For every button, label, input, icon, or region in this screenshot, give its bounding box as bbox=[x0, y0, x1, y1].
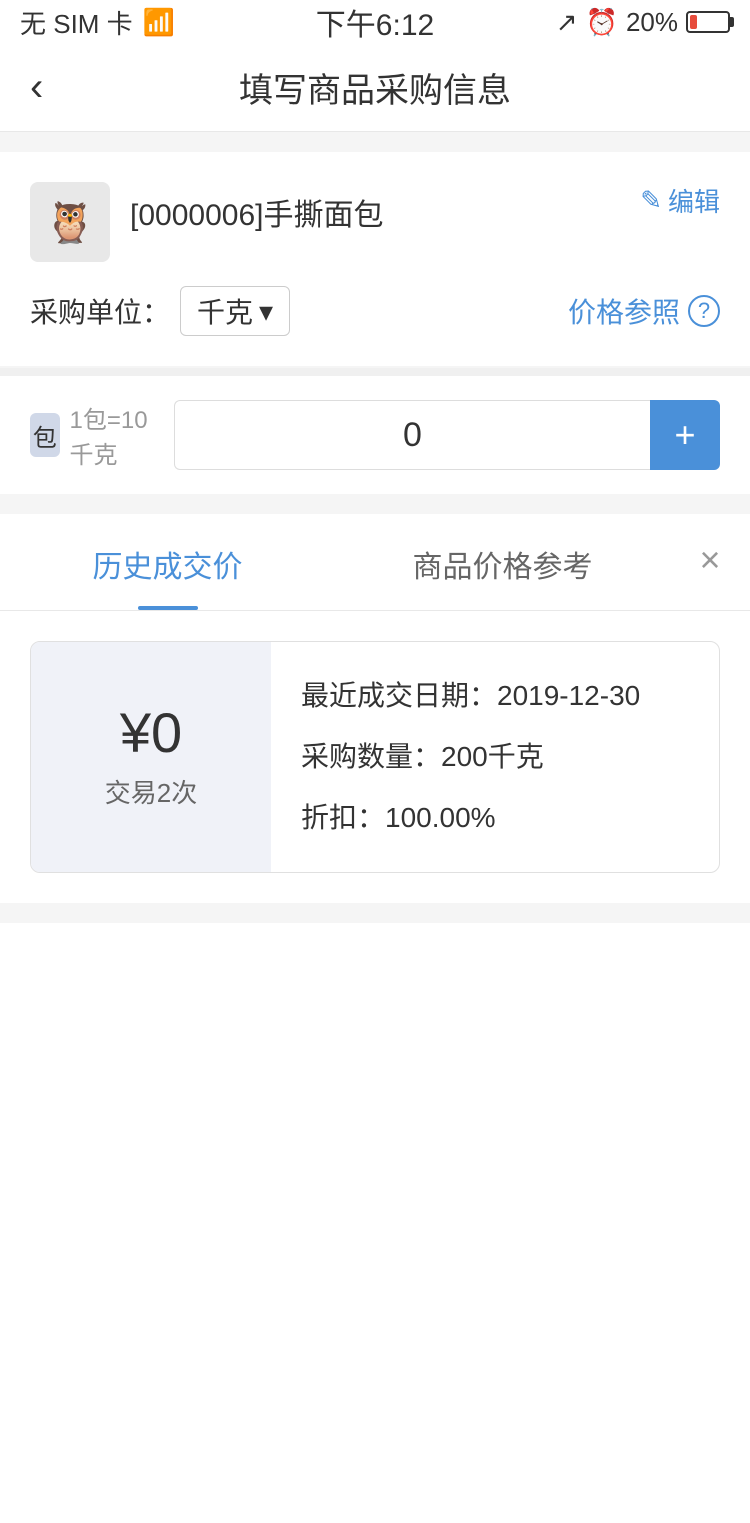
quantity-plus-button[interactable]: + bbox=[650, 400, 720, 470]
price-reference-link[interactable]: 价格参照 ? bbox=[568, 291, 720, 331]
price-reference-label: 价格参照 bbox=[568, 291, 680, 331]
edit-link[interactable]: ✎ 编辑 bbox=[640, 182, 720, 219]
unit-select-dropdown[interactable]: 千克 ▾ bbox=[180, 286, 290, 336]
plus-icon: + bbox=[674, 414, 695, 456]
wifi-icon: 📶 bbox=[143, 7, 175, 38]
unit-conversion: 1包=10千克 bbox=[70, 400, 155, 470]
back-button[interactable]: ‹ bbox=[30, 55, 53, 120]
quantity-row: 包 1包=10千克 0 + bbox=[0, 376, 750, 494]
unit-value: 千克 bbox=[197, 291, 253, 331]
price-card: ¥0 交易2次 最近成交日期：2019-12-30 采购数量：200千克 折扣：… bbox=[30, 641, 720, 873]
purchase-qty-row: 采购数量：200千克 bbox=[301, 735, 689, 780]
discount-row: 折扣：100.00% bbox=[301, 796, 689, 841]
tab-history-price-label: 历史成交价 bbox=[93, 551, 243, 584]
carrier-text: 无 SIM 卡 bbox=[20, 4, 133, 41]
tabs-section: 历史成交价 商品价格参考 × ¥0 交易2次 最近成交日期：2019-12-30… bbox=[0, 514, 750, 903]
battery-percent: 20% bbox=[626, 7, 678, 38]
edit-label: 编辑 bbox=[668, 182, 720, 219]
status-right: ↗ ⏰ 20% bbox=[556, 7, 730, 38]
tab-active-indicator bbox=[138, 606, 198, 610]
close-icon: × bbox=[699, 539, 720, 581]
product-footer: 采购单位： 千克 ▾ 价格参照 ? bbox=[30, 286, 720, 336]
product-card: 🦉 [0000006]手撕面包 ✎ 编辑 采购单位： 千克 ▾ 价格参照 ? bbox=[0, 152, 750, 366]
unit-box: 包 bbox=[30, 413, 60, 457]
tab-close-button[interactable]: × bbox=[670, 539, 750, 585]
tab-product-price-reference[interactable]: 商品价格参考 bbox=[335, 514, 670, 610]
product-thumbnail: 🦉 bbox=[30, 182, 110, 262]
quantity-input[interactable]: 0 bbox=[174, 400, 650, 470]
tab-history-price[interactable]: 历史成交价 bbox=[0, 514, 335, 610]
purchase-unit-label: 采购单位： bbox=[30, 291, 170, 331]
product-name: [0000006]手撕面包 bbox=[130, 190, 383, 234]
edit-icon: ✎ bbox=[640, 185, 662, 216]
status-bar: 无 SIM 卡 📶 下午6:12 ↗ ⏰ 20% bbox=[0, 0, 750, 44]
unit-label: 包 1包=10千克 bbox=[30, 400, 154, 470]
alarm-icon: ⏰ bbox=[586, 7, 618, 38]
quantity-section: 包 1包=10千克 0 + bbox=[0, 368, 750, 494]
help-circle-icon: ? bbox=[688, 295, 720, 327]
price-amount: ¥0 bbox=[120, 705, 182, 761]
product-header: 🦉 [0000006]手撕面包 ✎ 编辑 bbox=[30, 182, 720, 262]
status-left: 无 SIM 卡 📶 bbox=[20, 4, 175, 41]
product-info: 🦉 [0000006]手撕面包 bbox=[30, 182, 640, 262]
page-title: 填写商品采购信息 bbox=[239, 63, 511, 112]
price-trades-count: 交易2次 bbox=[105, 773, 197, 810]
battery-icon bbox=[686, 11, 730, 33]
dropdown-arrow-icon: ▾ bbox=[259, 295, 273, 328]
tabs-header: 历史成交价 商品价格参考 × bbox=[0, 514, 750, 611]
battery-fill bbox=[690, 15, 697, 29]
bottom-space bbox=[0, 923, 750, 1523]
tab-product-price-reference-label: 商品价格参考 bbox=[413, 551, 593, 584]
price-left-panel: ¥0 交易2次 bbox=[31, 642, 271, 872]
price-card-container: ¥0 交易2次 最近成交日期：2019-12-30 采购数量：200千克 折扣：… bbox=[0, 611, 750, 903]
purchase-unit-row: 采购单位： 千克 ▾ bbox=[30, 286, 290, 336]
status-time: 下午6:12 bbox=[316, 0, 434, 44]
recent-date-row: 最近成交日期：2019-12-30 bbox=[301, 674, 689, 719]
location-icon: ↗ bbox=[556, 7, 578, 38]
nav-bar: ‹ 填写商品采购信息 bbox=[0, 44, 750, 132]
quantity-input-group: 0 + bbox=[174, 400, 720, 470]
price-right-panel: 最近成交日期：2019-12-30 采购数量：200千克 折扣：100.00% bbox=[271, 642, 719, 872]
product-logo-icon: 🦉 bbox=[45, 199, 95, 246]
